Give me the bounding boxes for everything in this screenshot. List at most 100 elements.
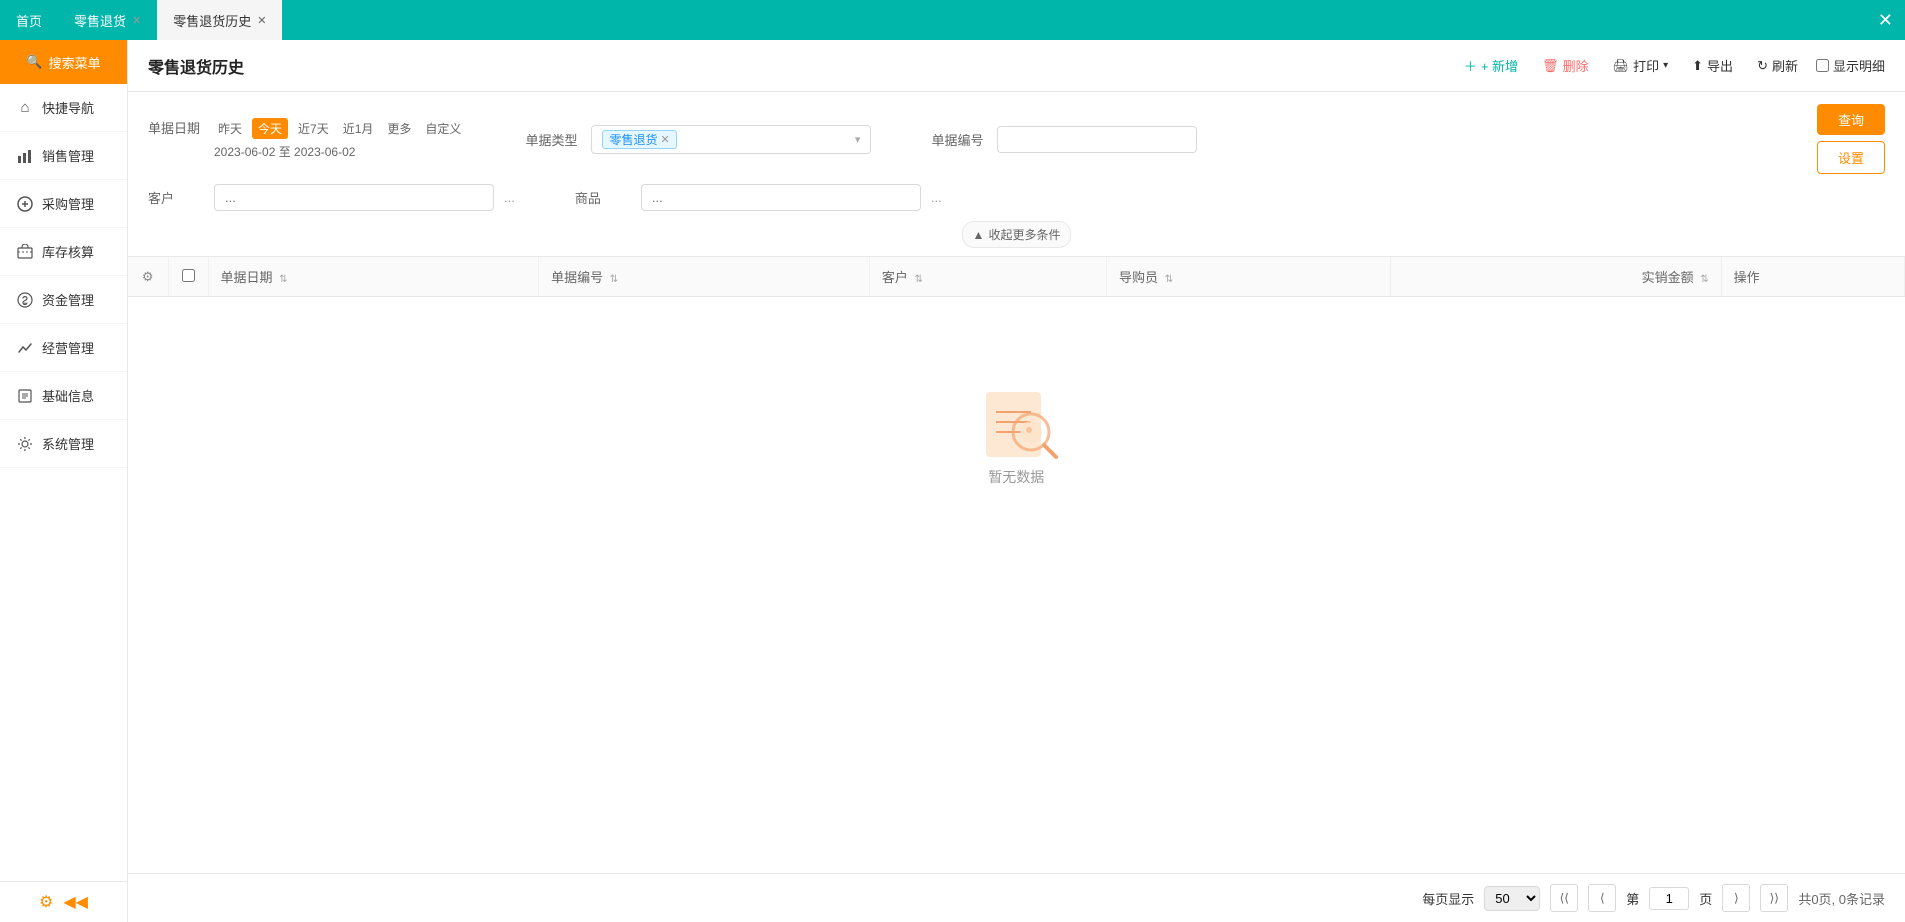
page-header: 零售退货历史 ＋ + 新增 🗑 删除 🖨 打印 ▾ ⬆ 导出 [128, 40, 1905, 92]
customer-ellipsis[interactable]: ... [504, 190, 515, 205]
sidebar-item-finance-label: 资金管理 [42, 290, 94, 309]
date-opt-7days[interactable]: 近7天 [294, 118, 333, 139]
table-col-action: 操作 [1721, 257, 1904, 297]
page-number-input[interactable] [1649, 887, 1689, 910]
sidebar-item-purchase[interactable]: 采购管理 [0, 180, 127, 228]
tab-retail-return-history[interactable]: 零售退货历史 ✕ [157, 0, 282, 40]
delete-button[interactable]: 🗑 删除 [1536, 52, 1595, 79]
refresh-button[interactable]: ↻ 刷新 [1751, 52, 1804, 79]
sidebar-item-quick-nav[interactable]: ⌂ 快捷导航 [0, 84, 127, 132]
sidebar-item-sales[interactable]: 销售管理 [0, 132, 127, 180]
empty-illustration [966, 377, 1066, 467]
date-filter-label: 单据日期 [148, 118, 204, 137]
filter-area: 单据日期 昨天 今天 近7天 近1月 更多 自定义 2023-06-02 至 2… [128, 92, 1905, 257]
doc-number-label: 单据编号 [931, 130, 987, 149]
collapse-label: 收起更多条件 [988, 226, 1060, 243]
top-bar: 首页 零售退货 ✕ 零售退货历史 ✕ ✕ [0, 0, 1905, 40]
date-range-display: 2023-06-02 至 2023-06-02 [214, 143, 465, 160]
goods-filter-label: 商品 [575, 188, 631, 207]
amount-sort-icon: ⇅ [1700, 274, 1708, 285]
new-button[interactable]: ＋ + 新增 [1458, 52, 1524, 79]
collapse-button[interactable]: ▲ 收起更多条件 [962, 221, 1072, 248]
sidebar-item-finance[interactable]: 资金管理 [0, 276, 127, 324]
sidebar-search[interactable]: 🔍 搜索菜单 [0, 40, 127, 84]
sidebar-item-inventory[interactable]: 库存核算 [0, 228, 127, 276]
tab-retail-return-history-close[interactable]: ✕ [257, 14, 266, 27]
settings-button[interactable]: 设置 [1817, 141, 1885, 174]
tab-retail-return-close[interactable]: ✕ [132, 14, 141, 27]
customer-sort-icon: ⇅ [914, 274, 922, 285]
customer-filter-label: 客户 [148, 188, 204, 207]
next-page-button[interactable]: ⟩ [1722, 884, 1750, 912]
page-label-after: 页 [1699, 889, 1712, 908]
sidebar-item-operations[interactable]: 经营管理 [0, 324, 127, 372]
date-options: 昨天 今天 近7天 近1月 更多 自定义 [214, 118, 465, 139]
goods-ellipsis[interactable]: ... [931, 190, 942, 205]
filter-row-1: 单据日期 昨天 今天 近7天 近1月 更多 自定义 2023-06-02 至 2… [148, 104, 1885, 174]
export-button[interactable]: ⬆ 导出 [1686, 52, 1739, 79]
search-icon: 🔍 [26, 54, 42, 70]
sidebar-item-system[interactable]: 系统管理 [0, 420, 127, 468]
sidebar-item-sales-label: 销售管理 [42, 146, 94, 165]
table-col-guide[interactable]: 导购员 ⇅ [1107, 257, 1391, 297]
print-icon: 🖨 [1613, 58, 1630, 74]
customer-input[interactable] [214, 184, 494, 211]
system-icon [16, 435, 34, 453]
date-opt-1month[interactable]: 近1月 [339, 118, 378, 139]
finance-icon [16, 291, 34, 309]
date-opt-more[interactable]: 更多 [383, 118, 415, 139]
doc-type-tag-remove[interactable]: ✕ [660, 133, 669, 146]
sidebar-item-basic-info[interactable]: 基础信息 [0, 372, 127, 420]
guide-sort-icon: ⇅ [1165, 274, 1173, 285]
date-opt-today[interactable]: 今天 [252, 118, 288, 139]
query-button[interactable]: 查询 [1817, 104, 1885, 135]
sidebar-item-operations-label: 经营管理 [42, 338, 94, 357]
last-page-button[interactable]: ⟩⟩ [1760, 884, 1788, 912]
home-icon: ⌂ [16, 99, 34, 117]
refresh-icon: ↻ [1757, 58, 1768, 74]
main-layout: 🔍 搜索菜单 ⌂ 快捷导航 销售管理 采购管理 库存核算 [0, 40, 1905, 922]
table-col-amount[interactable]: 实销金额 ⇅ [1391, 257, 1722, 297]
number-sort-icon: ⇅ [610, 274, 618, 285]
page-label-before: 第 [1626, 889, 1639, 908]
delete-icon: 🗑 [1542, 58, 1559, 74]
print-button[interactable]: 🖨 打印 ▾ [1607, 52, 1675, 79]
tab-retail-return[interactable]: 零售退货 ✕ [58, 0, 157, 40]
settings-bottom-icon[interactable]: ⚙ [39, 892, 53, 912]
goods-input[interactable] [641, 184, 921, 211]
table-col-customer[interactable]: 客户 ⇅ [869, 257, 1106, 297]
sidebar-item-purchase-label: 采购管理 [42, 194, 94, 213]
sidebar: 🔍 搜索菜单 ⌂ 快捷导航 销售管理 采购管理 库存核算 [0, 40, 128, 922]
pagination: 每页显示 50 20 100 ⟨⟨ ⟨ 第 页 ⟩ ⟩⟩ 共0页, 0条记录 [128, 873, 1905, 922]
table-col-number[interactable]: 单据编号 ⇅ [539, 257, 870, 297]
show-detail-checkbox-label[interactable]: 显示明细 [1816, 56, 1885, 75]
first-page-button[interactable]: ⟨⟨ [1550, 884, 1578, 912]
table-col-settings[interactable]: ⚙ [128, 257, 168, 297]
filter-row-2: 客户 ... 商品 ... [148, 184, 1885, 211]
audio-icon[interactable]: ◀◀ [63, 892, 88, 912]
collapse-up-icon: ▲ [973, 228, 985, 242]
purchase-icon [16, 195, 34, 213]
window-close-button[interactable]: ✕ [1878, 10, 1893, 31]
operations-icon [16, 339, 34, 357]
sidebar-item-system-label: 系统管理 [42, 434, 94, 453]
empty-text: 暂无数据 [988, 467, 1044, 487]
show-detail-checkbox[interactable] [1816, 59, 1829, 72]
prev-page-button[interactable]: ⟨ [1588, 884, 1616, 912]
table-gear-icon[interactable]: ⚙ [142, 269, 154, 284]
doc-type-select[interactable]: 零售退货 ✕ ▾ [591, 125, 871, 154]
table-col-checkbox[interactable] [168, 257, 208, 297]
table-select-all[interactable] [182, 269, 195, 282]
total-pages-text: 共0页, 0条记录 [1798, 889, 1885, 908]
tab-home[interactable]: 首页 [0, 0, 58, 40]
data-table: ⚙ 单据日期 ⇅ 单据编号 ⇅ [128, 257, 1905, 567]
basic-info-icon [16, 387, 34, 405]
doc-type-chevron: ▾ [855, 133, 861, 146]
page-size-select[interactable]: 50 20 100 [1484, 886, 1540, 911]
doc-type-label: 单据类型 [525, 130, 581, 149]
table-col-date[interactable]: 单据日期 ⇅ [208, 257, 539, 297]
date-opt-yesterday[interactable]: 昨天 [214, 118, 246, 139]
sidebar-search-label: 搜索菜单 [49, 53, 101, 72]
date-opt-custom[interactable]: 自定义 [421, 118, 465, 139]
doc-number-input[interactable] [997, 126, 1197, 153]
